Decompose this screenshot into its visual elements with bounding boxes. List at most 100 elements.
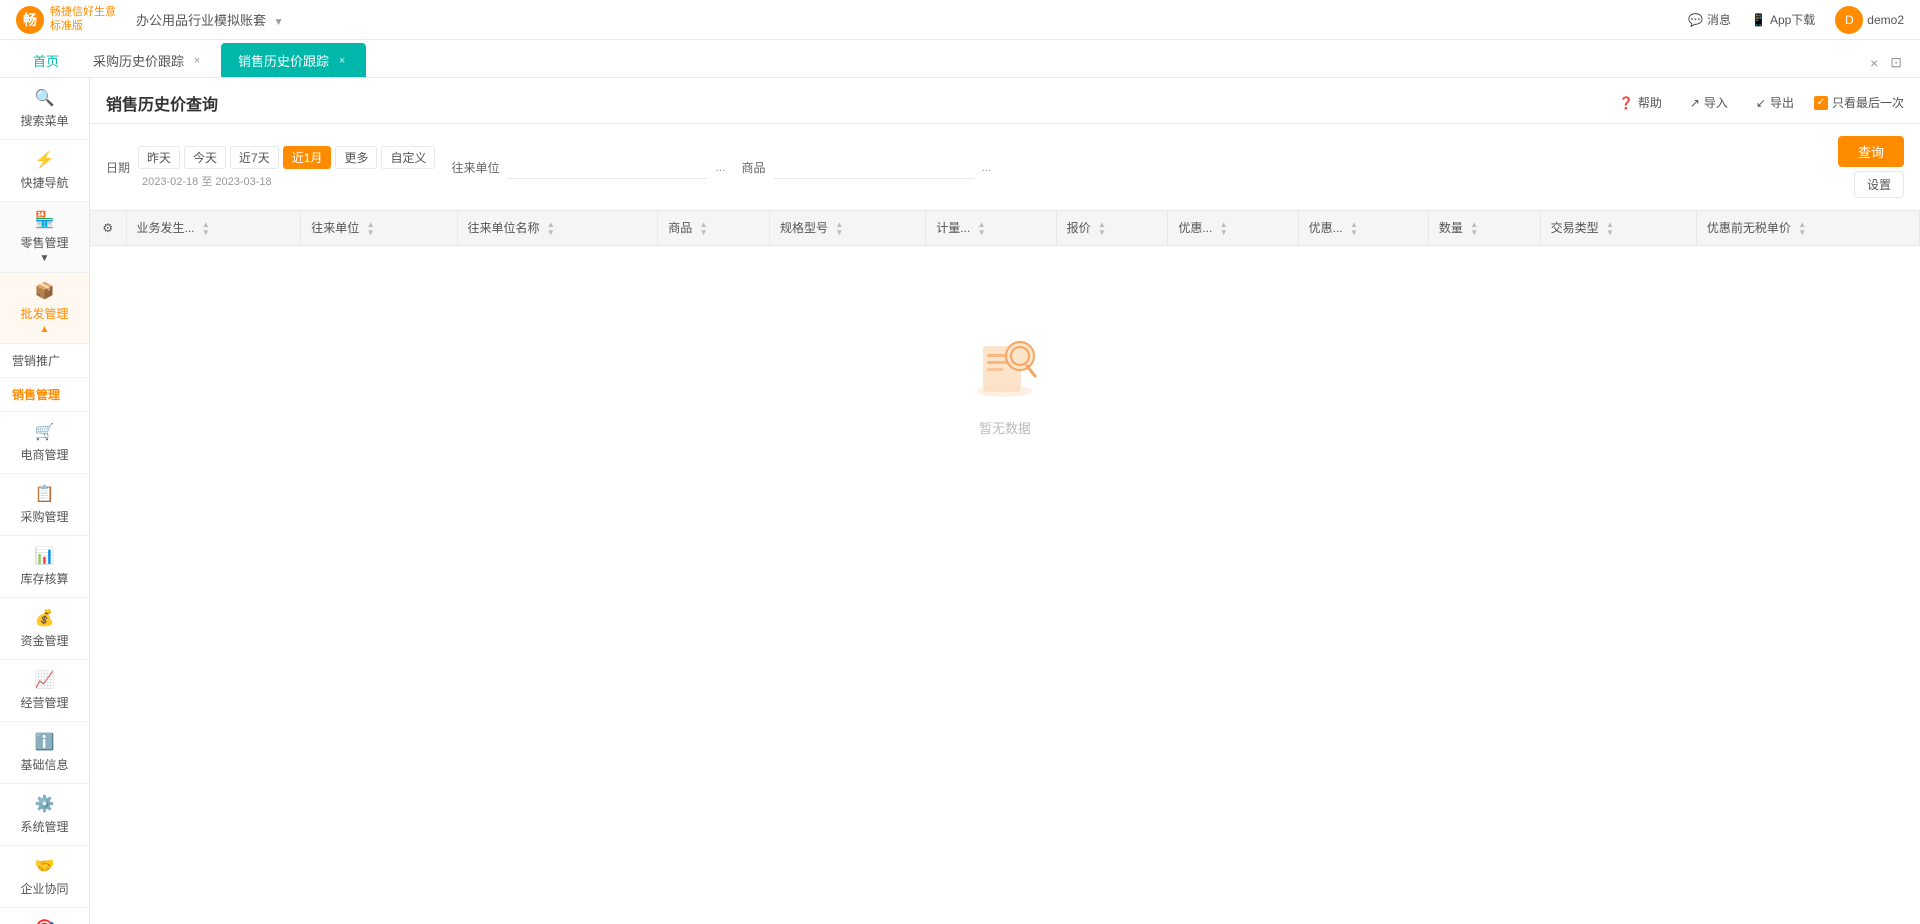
sidebar-item-search-menu[interactable]: 🔍 搜索菜单: [0, 78, 89, 140]
sort-icon-unit: ▲▼: [978, 221, 986, 237]
partner-filter-label: 往来单位: [451, 159, 499, 176]
table-col-quote[interactable]: 报价 ▲▼: [1056, 211, 1168, 245]
page-title: 销售历史价查询: [106, 91, 218, 115]
table-col-settings[interactable]: ⚙: [90, 211, 126, 245]
date-btn-7days[interactable]: 近7天: [230, 146, 279, 169]
date-btn-more[interactable]: 更多: [335, 146, 377, 169]
table-col-partner-name[interactable]: 往来单位名称 ▲▼: [457, 211, 658, 245]
quick-nav-icon: ⚡: [35, 150, 55, 170]
table-col-pretax-price[interactable]: 优惠前无税单价 ▲▼: [1696, 211, 1919, 245]
help-btn[interactable]: ❓ 帮助: [1611, 90, 1670, 115]
empty-state: 暂无数据: [90, 246, 1920, 517]
export-icon: ↙: [1756, 96, 1766, 110]
search-button[interactable]: 查询: [1838, 136, 1904, 167]
finance-mgmt-icon: 💰: [35, 608, 55, 628]
table-col-quantity[interactable]: 数量 ▲▼: [1428, 211, 1540, 245]
tab-purchase-history-close[interactable]: ×: [190, 54, 204, 68]
sort-icon-partner-code: ▲▼: [367, 221, 375, 237]
partner-filter-input[interactable]: [507, 156, 707, 179]
sidebar-item-ecommerce-mgmt[interactable]: 🛒 电商管理: [0, 412, 89, 474]
product-filter-dots[interactable]: ...: [982, 160, 992, 174]
wholesale-mgmt-expand-icon: ▲: [40, 324, 50, 335]
partner-filter-dots[interactable]: ...: [715, 160, 725, 174]
table-col-spec[interactable]: 规格型号 ▲▼: [770, 211, 926, 245]
user-profile[interactable]: D demo2: [1835, 6, 1904, 34]
tab-restore-icon[interactable]: ⊡: [1888, 52, 1904, 73]
sidebar-item-system-mgmt[interactable]: ⚙️ 系统管理: [0, 784, 89, 846]
sidebar-item-purchase-mgmt[interactable]: 📋 采购管理: [0, 474, 89, 536]
operations-mgmt-icon: 📈: [35, 670, 55, 690]
date-filter-label: 日期: [106, 159, 130, 176]
table-col-discount1[interactable]: 优惠... ▲▼: [1168, 211, 1298, 245]
export-btn[interactable]: ↙ 导出: [1748, 90, 1802, 115]
sidebar-item-retail-mgmt[interactable]: 🏪 零售管理 ▼: [0, 202, 89, 273]
table-header: ⚙ 业务发生... ▲▼ 往来单位 ▲▼ 往来单位名称 ▲▼: [90, 211, 1920, 245]
sidebar-item-operations-mgmt[interactable]: 📈 经营管理: [0, 660, 89, 722]
sort-icon-product: ▲▼: [700, 221, 708, 237]
only-last-checkbox-label[interactable]: ✓ 只看最后一次: [1814, 94, 1904, 111]
table-col-business-date[interactable]: 业务发生... ▲▼: [126, 211, 301, 245]
sidebar-item-wholesale-mgmt[interactable]: 📦 批发管理 ▲: [0, 273, 89, 344]
filter-area: 日期 昨天 今天 近7天 近1月 更多 自定义 2023-02-18 至 202…: [90, 124, 1920, 211]
sort-icon-discount2: ▲▼: [1350, 221, 1358, 237]
tab-purchase-history[interactable]: 采购历史价跟踪 ×: [76, 43, 221, 77]
empty-icon: [965, 326, 1045, 406]
date-filter-row: 昨天 今天 近7天 近1月 更多 自定义 2023-02-18 至 2023-0…: [138, 146, 435, 189]
import-icon: ↗: [1690, 96, 1700, 110]
sort-icon-pretax-price: ▲▼: [1798, 221, 1806, 237]
sort-icon-partner-name: ▲▼: [547, 221, 555, 237]
data-table: ⚙ 业务发生... ▲▼ 往来单位 ▲▼ 往来单位名称 ▲▼: [90, 211, 1920, 246]
message-btn[interactable]: 💬 消息: [1688, 11, 1731, 28]
header-left: 畅 畅捷信好生意 标准版 办公用品行业模拟账套 ▼: [16, 6, 284, 34]
tab-home[interactable]: 首页: [16, 43, 76, 77]
logo-area: 畅 畅捷信好生意 标准版: [16, 6, 116, 34]
sidebar-item-enterprise-collab[interactable]: 🤝 企业协同: [0, 846, 89, 908]
sort-icon-discount1: ▲▼: [1220, 221, 1228, 237]
table-col-product[interactable]: 商品 ▲▼: [658, 211, 770, 245]
main-layout: 🔍 搜索菜单 ⚡ 快捷导航 🏪 零售管理 ▼ 📦 批发管理 ▲ 营销推广 销售管…: [0, 78, 1920, 924]
table-settings-icon[interactable]: ⚙: [102, 221, 113, 235]
product-filter-label: 商品: [741, 159, 765, 176]
message-icon: 💬: [1688, 13, 1703, 27]
retail-mgmt-expand-icon: ▼: [40, 253, 50, 264]
table-col-discount2[interactable]: 优惠... ▲▼: [1298, 211, 1428, 245]
sidebar-item-new-guide[interactable]: 🎯 新手引导: [0, 908, 89, 924]
purchase-mgmt-icon: 📋: [35, 484, 55, 504]
date-btn-yesterday[interactable]: 昨天: [138, 146, 180, 169]
ecommerce-mgmt-icon: 🛒: [35, 422, 55, 442]
sidebar-item-sales-mgmt[interactable]: 销售管理: [0, 378, 89, 412]
app-title[interactable]: 办公用品行业模拟账套 ▼: [136, 10, 284, 29]
partner-filter-group: 往来单位 ...: [451, 156, 725, 179]
sort-icon-business-date: ▲▼: [202, 221, 210, 237]
tab-sales-history[interactable]: 销售历史价跟踪 ×: [221, 43, 366, 77]
date-btn-custom[interactable]: 自定义: [381, 146, 435, 169]
sort-icon-quantity: ▲▼: [1470, 221, 1478, 237]
sidebar-item-quick-nav[interactable]: ⚡ 快捷导航: [0, 140, 89, 202]
sidebar-item-basic-info[interactable]: ℹ️ 基础信息: [0, 722, 89, 784]
page-header-actions: ❓ 帮助 ↗ 导入 ↙ 导出 ✓ 只看最后一次: [1611, 90, 1904, 115]
basic-info-icon: ℹ️: [35, 732, 55, 752]
sidebar-item-inventory[interactable]: 📊 库存核算: [0, 536, 89, 598]
table-col-unit[interactable]: 计量... ▲▼: [926, 211, 1056, 245]
sort-icon-quote: ▲▼: [1098, 221, 1106, 237]
tab-bar: 首页 采购历史价跟踪 × 销售历史价跟踪 × × ⊡: [0, 40, 1920, 78]
table-col-trade-type[interactable]: 交易类型 ▲▼: [1540, 211, 1696, 245]
product-filter-input[interactable]: [774, 156, 974, 179]
date-btn-1month[interactable]: 近1月: [283, 146, 332, 169]
tab-close-all-icon[interactable]: ×: [1868, 53, 1880, 73]
header-right: 💬 消息 📱 App下载 D demo2: [1688, 6, 1904, 34]
table-col-partner-code[interactable]: 往来单位 ▲▼: [301, 211, 457, 245]
tab-sales-history-close[interactable]: ×: [335, 54, 349, 68]
settings-button[interactable]: 设置: [1854, 171, 1904, 198]
only-last-checkbox-icon: ✓: [1814, 96, 1828, 110]
help-icon: ❓: [1619, 96, 1634, 110]
sort-icon-spec: ▲▼: [835, 221, 843, 237]
sidebar-item-marketing[interactable]: 营销推广: [0, 344, 89, 378]
content-area: 销售历史价查询 ❓ 帮助 ↗ 导入 ↙ 导出 ✓ 只看最后一次: [90, 78, 1920, 924]
date-btn-today[interactable]: 今天: [184, 146, 226, 169]
product-filter-group: 商品 ...: [741, 156, 991, 179]
import-btn[interactable]: ↗ 导入: [1682, 90, 1736, 115]
app-download-btn[interactable]: 📱 App下载: [1751, 11, 1815, 28]
sidebar-item-finance-mgmt[interactable]: 💰 资金管理: [0, 598, 89, 660]
enterprise-collab-icon: 🤝: [35, 856, 55, 876]
